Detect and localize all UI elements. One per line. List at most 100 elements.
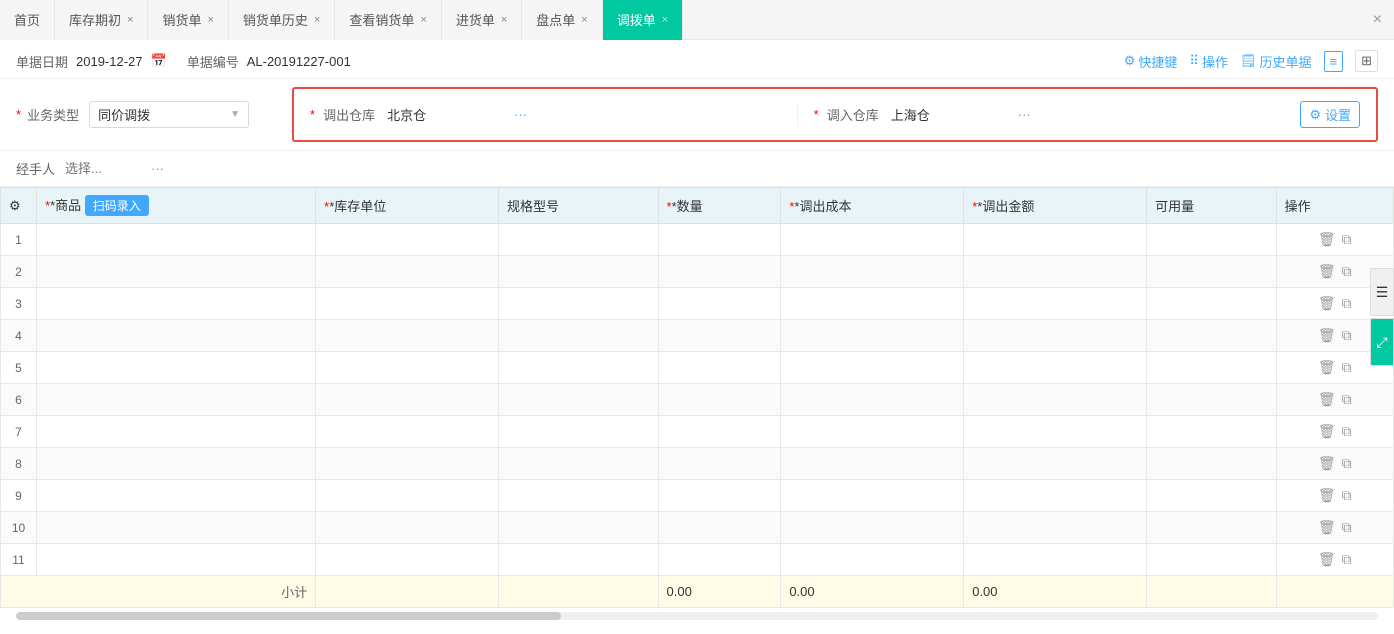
tab-stocktake[interactable]: 盘点单 × bbox=[522, 0, 602, 40]
cell-product[interactable] bbox=[37, 384, 316, 416]
cell-qty[interactable] bbox=[658, 320, 781, 352]
scan-btn[interactable]: 扫码录入 bbox=[85, 195, 149, 216]
tab-close-icon[interactable]: × bbox=[581, 14, 587, 26]
person-more-icon[interactable]: ··· bbox=[151, 161, 164, 176]
cell-spec[interactable] bbox=[499, 320, 659, 352]
copy-icon[interactable]: ⧉ bbox=[1342, 551, 1352, 568]
cell-qty[interactable] bbox=[658, 256, 781, 288]
shortcut-btn[interactable]: ⚙ 快捷键 bbox=[1124, 52, 1178, 71]
cell-unit[interactable] bbox=[316, 448, 499, 480]
cell-cost[interactable] bbox=[781, 256, 964, 288]
copy-icon[interactable]: ⧉ bbox=[1342, 263, 1352, 280]
cell-unit[interactable] bbox=[316, 384, 499, 416]
cell-cost[interactable] bbox=[781, 288, 964, 320]
cell-available[interactable] bbox=[1147, 256, 1276, 288]
copy-icon[interactable]: ⧉ bbox=[1342, 295, 1352, 312]
cell-product[interactable] bbox=[37, 512, 316, 544]
grid-view-btn[interactable]: ⊞ bbox=[1355, 50, 1378, 72]
delete-icon[interactable]: 🗑 bbox=[1318, 455, 1336, 472]
cell-available[interactable] bbox=[1147, 416, 1276, 448]
tab-view-sales[interactable]: 查看销货单 × bbox=[335, 0, 441, 40]
cell-product[interactable] bbox=[37, 480, 316, 512]
cell-cost[interactable] bbox=[781, 480, 964, 512]
cell-available[interactable] bbox=[1147, 544, 1276, 576]
cell-unit[interactable] bbox=[316, 480, 499, 512]
cell-qty[interactable] bbox=[658, 544, 781, 576]
cell-available[interactable] bbox=[1147, 288, 1276, 320]
cell-spec[interactable] bbox=[499, 288, 659, 320]
scrollbar-thumb[interactable] bbox=[16, 612, 561, 620]
cell-spec[interactable] bbox=[499, 544, 659, 576]
cell-amount[interactable] bbox=[964, 352, 1147, 384]
cell-product[interactable] bbox=[37, 448, 316, 480]
cell-product[interactable] bbox=[37, 544, 316, 576]
delete-icon[interactable]: 🗑 bbox=[1318, 391, 1336, 408]
tab-close-icon[interactable]: × bbox=[501, 14, 507, 26]
cell-cost[interactable] bbox=[781, 416, 964, 448]
cell-amount[interactable] bbox=[964, 320, 1147, 352]
cell-qty[interactable] bbox=[658, 288, 781, 320]
tab-inventory-init[interactable]: 库存期初 × bbox=[55, 0, 148, 40]
copy-icon[interactable]: ⧉ bbox=[1342, 359, 1352, 376]
cell-amount[interactable] bbox=[964, 480, 1147, 512]
cell-product[interactable] bbox=[37, 320, 316, 352]
delete-icon[interactable]: 🗑 bbox=[1318, 263, 1336, 280]
cell-spec[interactable] bbox=[499, 352, 659, 384]
cell-amount[interactable] bbox=[964, 416, 1147, 448]
delete-icon[interactable]: 🗑 bbox=[1318, 519, 1336, 536]
cell-amount[interactable] bbox=[964, 448, 1147, 480]
cell-amount[interactable] bbox=[964, 288, 1147, 320]
th-settings[interactable]: ⚙ bbox=[1, 188, 37, 224]
ops-btn[interactable]: ⠿ 操作 bbox=[1189, 52, 1228, 71]
tab-close-icon[interactable]: × bbox=[127, 14, 133, 26]
cell-spec[interactable] bbox=[499, 416, 659, 448]
business-type-select[interactable]: 同价调拨 ▼ bbox=[89, 101, 249, 128]
cell-cost[interactable] bbox=[781, 320, 964, 352]
cell-unit[interactable] bbox=[316, 288, 499, 320]
cell-unit[interactable] bbox=[316, 416, 499, 448]
cell-qty[interactable] bbox=[658, 512, 781, 544]
copy-icon[interactable]: ⧉ bbox=[1342, 327, 1352, 344]
cell-cost[interactable] bbox=[781, 512, 964, 544]
cell-cost[interactable] bbox=[781, 384, 964, 416]
tab-transfer[interactable]: 调拨单 × bbox=[603, 0, 683, 40]
cell-spec[interactable] bbox=[499, 224, 659, 256]
sidebar-list-icon[interactable]: ☰ bbox=[1370, 268, 1394, 316]
tab-close-icon[interactable]: × bbox=[314, 14, 320, 26]
cell-available[interactable] bbox=[1147, 224, 1276, 256]
delete-icon[interactable]: 🗑 bbox=[1318, 295, 1336, 312]
delete-icon[interactable]: 🗑 bbox=[1318, 487, 1336, 504]
cell-unit[interactable] bbox=[316, 320, 499, 352]
cell-available[interactable] bbox=[1147, 480, 1276, 512]
cell-amount[interactable] bbox=[964, 512, 1147, 544]
cell-unit[interactable] bbox=[316, 512, 499, 544]
warehouse-in-more-icon[interactable]: ··· bbox=[1018, 107, 1031, 122]
settings-button[interactable]: ⚙ 设置 bbox=[1300, 101, 1360, 128]
cell-cost[interactable] bbox=[781, 352, 964, 384]
cell-unit[interactable] bbox=[316, 224, 499, 256]
window-close-button[interactable]: × bbox=[1361, 11, 1394, 29]
copy-icon[interactable]: ⧉ bbox=[1342, 487, 1352, 504]
copy-icon[interactable]: ⧉ bbox=[1342, 231, 1352, 248]
cell-qty[interactable] bbox=[658, 448, 781, 480]
cell-spec[interactable] bbox=[499, 256, 659, 288]
list-view-btn[interactable]: ≡ bbox=[1324, 51, 1344, 72]
cell-available[interactable] bbox=[1147, 320, 1276, 352]
cell-product[interactable] bbox=[37, 288, 316, 320]
cell-spec[interactable] bbox=[499, 480, 659, 512]
delete-icon[interactable]: 🗑 bbox=[1318, 423, 1336, 440]
tab-sales-order[interactable]: 销货单 × bbox=[148, 0, 228, 40]
scrollbar-track[interactable] bbox=[16, 612, 1378, 620]
cell-available[interactable] bbox=[1147, 384, 1276, 416]
tab-close-icon[interactable]: × bbox=[420, 14, 426, 26]
cell-available[interactable] bbox=[1147, 512, 1276, 544]
copy-icon[interactable]: ⧉ bbox=[1342, 519, 1352, 536]
cell-available[interactable] bbox=[1147, 352, 1276, 384]
cell-cost[interactable] bbox=[781, 544, 964, 576]
tab-home[interactable]: 首页 bbox=[0, 0, 55, 40]
cell-qty[interactable] bbox=[658, 480, 781, 512]
cell-unit[interactable] bbox=[316, 256, 499, 288]
tab-purchase-order[interactable]: 进货单 × bbox=[442, 0, 522, 40]
calendar-icon[interactable]: 📅 bbox=[151, 53, 167, 69]
history-btn[interactable]: 🗒 历史单据 bbox=[1240, 52, 1312, 71]
